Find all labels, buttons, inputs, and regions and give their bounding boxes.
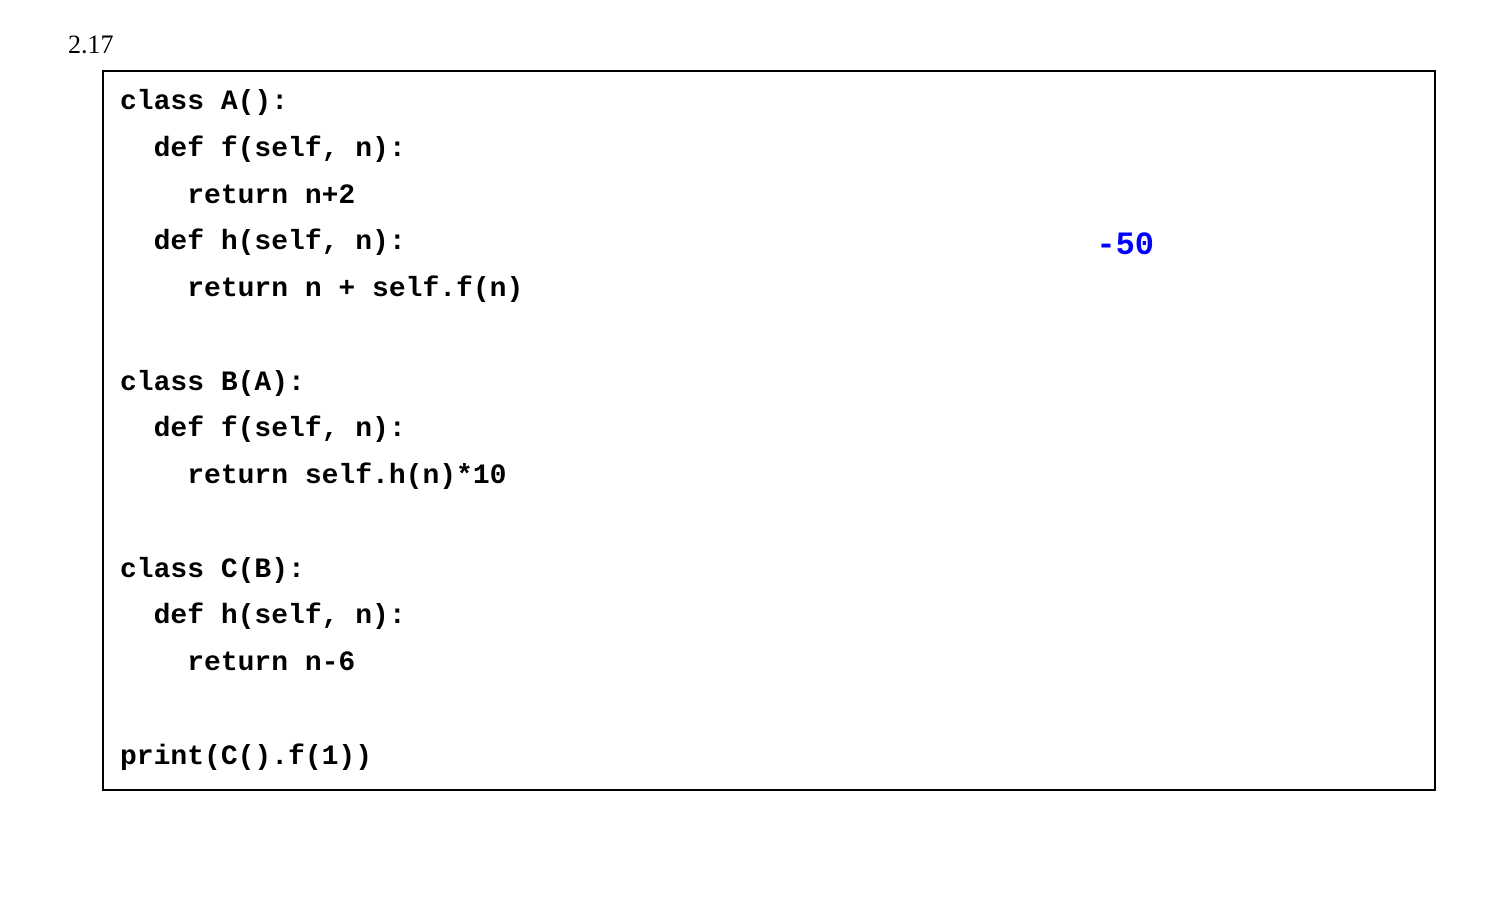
answer-annotation: -50 xyxy=(1096,227,1154,264)
question-number: 2.17 xyxy=(68,30,1446,60)
code-container: class A(): def f(self, n): return n+2 de… xyxy=(102,70,1436,791)
code-block: class A(): def f(self, n): return n+2 de… xyxy=(120,80,1418,781)
